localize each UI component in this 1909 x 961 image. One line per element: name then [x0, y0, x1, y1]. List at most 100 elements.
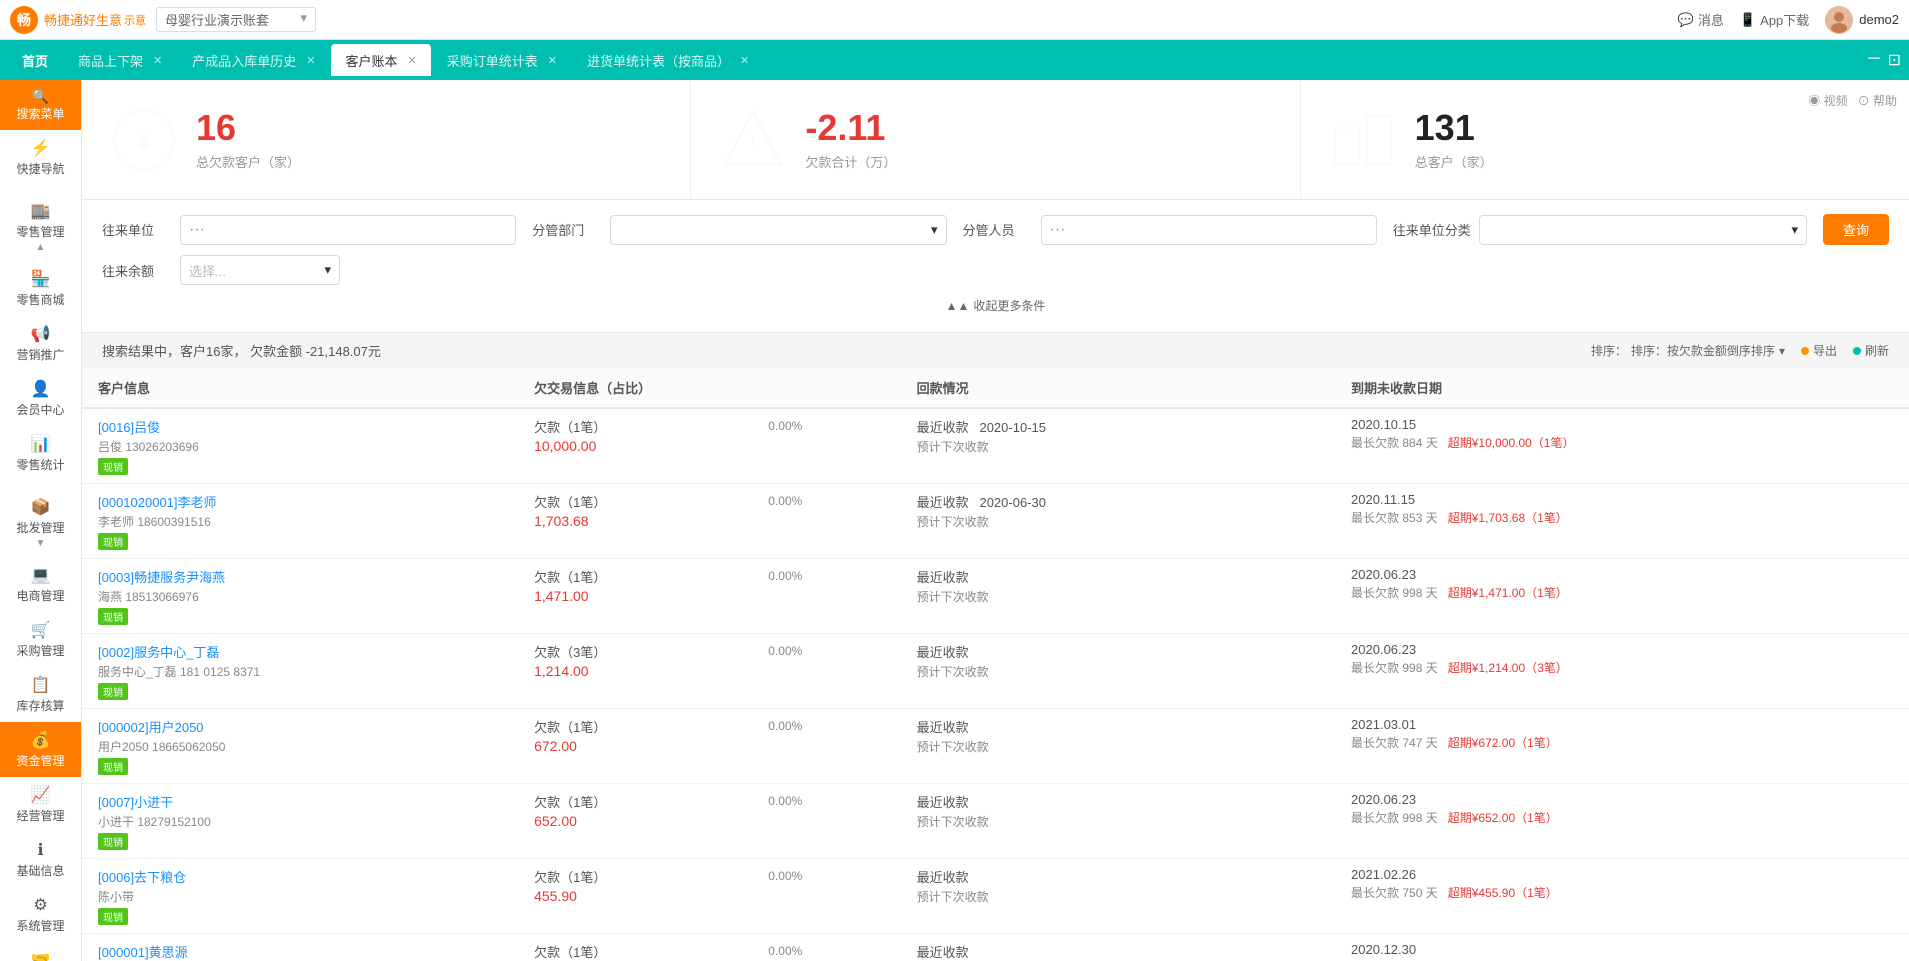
collapse-filter-button[interactable]: ▲▲ 收起更多条件: [102, 293, 1889, 318]
customer-table-area: 客户信息 欠交易信息（占比） 回款情况 到期未收款日期 [0016]吕俊 吕俊 …: [82, 368, 1909, 961]
sidebar-item-marketing[interactable]: 📢 营销推广: [0, 316, 81, 371]
overdue-amount[interactable]: 超期¥1,471.00（1笔）: [1448, 586, 1568, 600]
stat-card-debt-amount: ! -2.11 欠款合计（万）: [691, 80, 1300, 199]
filter-category-select[interactable]: ▾: [1479, 215, 1807, 245]
overdue-amount[interactable]: 超期¥455.90（1笔）: [1448, 886, 1558, 900]
customer-info-cell: [0002]服务中心_丁磊 服务中心_丁磊 181 0125 8371 现销: [82, 634, 518, 709]
next-collect-label: 预计下次收款: [917, 663, 1248, 680]
due-date-cell: 2020.06.23 最长欠款 998 天 超期¥1,471.00（1笔）: [1335, 559, 1909, 634]
operation-icon: 📈: [31, 785, 51, 805]
collect-extra-cell: [1263, 784, 1335, 859]
video-help-button[interactable]: ◉ 视频: [1808, 92, 1847, 109]
debt-count: 欠款（1笔）: [534, 867, 736, 886]
filter-balance-select[interactable]: 选择... ▾: [180, 255, 340, 285]
sort-selector[interactable]: 排序： 排序：按欠款金额倒序排序 ▾: [1591, 342, 1785, 359]
tab-product-onoff[interactable]: 商品上下架 ✕: [64, 44, 176, 76]
customer-name-link[interactable]: [0002]服务中心_丁磊: [98, 645, 219, 660]
debt-customers-label: 总欠款客户（家）: [196, 152, 300, 171]
window-controls[interactable]: ─ ⊡: [1868, 50, 1901, 70]
due-detail: 最长欠款 853 天 超期¥1,703.68（1笔）: [1351, 509, 1893, 526]
app-logo-icon: 畅: [10, 6, 38, 34]
tab-home[interactable]: 首页: [8, 44, 62, 76]
sidebar-item-ecommerce[interactable]: 💻 电商管理: [0, 557, 81, 612]
filter-balance: 往来余额 选择... ▾: [102, 255, 1889, 285]
overdue-amount[interactable]: 超期¥1,214.00（3笔）: [1448, 661, 1568, 675]
debt-amount: 672.00: [534, 738, 736, 754]
due-date-cell: 2020.10.15 最长欠款 884 天 超期¥10,000.00（1笔）: [1335, 408, 1909, 484]
app-download-button[interactable]: 📱 App下载: [1740, 10, 1809, 29]
overdue-amount[interactable]: 超期¥672.00（1笔）: [1448, 736, 1558, 750]
debt-amount-icon: !: [721, 108, 785, 172]
sidebar-item-finance[interactable]: 💰 资金管理: [0, 722, 81, 777]
overdue-amount[interactable]: 超期¥652.00（1笔）: [1448, 811, 1558, 825]
col-due-date: 到期未收款日期: [1335, 368, 1909, 408]
due-detail: 最长欠款 998 天 超期¥1,471.00（1笔）: [1351, 584, 1893, 601]
tab-close-icon[interactable]: ✕: [306, 54, 315, 67]
app-download-icon: 📱: [1740, 12, 1756, 28]
message-button[interactable]: 💬 消息: [1678, 10, 1724, 29]
overdue-amount[interactable]: 超期¥10,000.00（1笔）: [1448, 436, 1575, 450]
sidebar-item-retail-mall[interactable]: 🏪 零售商城: [0, 261, 81, 316]
customer-name-link[interactable]: [0001020001]李老师: [98, 495, 217, 510]
customer-name-link[interactable]: [0003]畅捷服务尹海燕: [98, 570, 225, 585]
tab-close-icon[interactable]: ✕: [153, 54, 162, 67]
maximize-icon[interactable]: ⊡: [1888, 50, 1901, 70]
refresh-button[interactable]: 刷新: [1853, 342, 1889, 359]
debt-pct-cell: 0.00%: [752, 859, 900, 934]
tab-purchase-goods-stats[interactable]: 进货单统计表（按商品） ✕: [573, 44, 763, 76]
due-date-value: 2020.06.23: [1351, 567, 1893, 582]
customer-name-link[interactable]: [000001]黄思源: [98, 945, 188, 960]
customer-name-link[interactable]: [0016]吕俊: [98, 420, 160, 435]
sidebar-item-inventory[interactable]: 📋 库存核算: [0, 667, 81, 722]
company-selector[interactable]: 母婴行业演示账套 ▾: [156, 7, 316, 32]
debt-amount-label: 欠款合计（万）: [805, 152, 896, 171]
customer-name-link[interactable]: [0006]去下粮仓: [98, 870, 186, 885]
sidebar-item-retail-mgmt[interactable]: 🏬 零售管理 ▲: [0, 193, 81, 261]
due-date-cell: 2020.11.15 最长欠款 853 天 超期¥1,703.68（1笔）: [1335, 484, 1909, 559]
debt-pct: 0.00%: [768, 944, 884, 958]
sidebar-item-operation[interactable]: 📈 经营管理: [0, 777, 81, 832]
col-collect-status: 回款情况: [901, 368, 1335, 408]
sidebar-item-purchase[interactable]: 🛒 采购管理: [0, 612, 81, 667]
filter-dept-select[interactable]: ▾: [610, 215, 946, 245]
overdue-amount[interactable]: 超期¥1,703.68（1笔）: [1448, 511, 1568, 525]
filter-person: 分管人员 ···: [963, 215, 1377, 245]
sidebar-item-quick-nav[interactable]: ⚡ 快捷导航: [0, 130, 81, 185]
due-date-cell: 2020.06.23 最长欠款 998 天 超期¥652.00（1笔）: [1335, 784, 1909, 859]
customer-contact: 吕俊 13026203696: [98, 438, 502, 455]
tab-product-history[interactable]: 产成品入库单历史 ✕: [178, 44, 329, 76]
sidebar-search[interactable]: 🔍 搜索菜单: [0, 80, 81, 130]
customer-name-link[interactable]: [0007]小进干: [98, 795, 173, 810]
sidebar-item-enterprise-collab[interactable]: 🤝 企业协同: [0, 942, 81, 961]
sidebar-item-basic-info[interactable]: ℹ 基础信息: [0, 832, 81, 887]
sidebar-item-member[interactable]: 👤 会员中心: [0, 371, 81, 426]
due-detail: 最长欠款 747 天 超期¥672.00（1笔）: [1351, 734, 1893, 751]
help-button[interactable]: ⊙ 帮助: [1858, 92, 1897, 109]
customer-tag: 现销: [98, 833, 128, 850]
last-collect-label: 最近收款: [917, 867, 1248, 886]
debt-count-cell: 欠款（1笔） 10,000.00: [518, 408, 752, 484]
tab-close-icon[interactable]: ✕: [548, 54, 557, 67]
filter-balance-label: 往来余额: [102, 261, 172, 280]
tab-close-icon[interactable]: ✕: [408, 54, 417, 67]
sidebar-item-system[interactable]: ⚙ 系统管理: [0, 887, 81, 942]
user-menu[interactable]: demo2: [1825, 6, 1899, 34]
tab-close-icon[interactable]: ✕: [740, 54, 749, 67]
sidebar-item-retail-stats[interactable]: 📊 零售统计: [0, 426, 81, 481]
tab-customer-account[interactable]: 客户账本 ✕: [331, 44, 430, 76]
table-row: [0001020001]李老师 李老师 18600391516 现销 欠款（1笔…: [82, 484, 1909, 559]
due-date-value: 2020.11.15: [1351, 492, 1893, 507]
member-icon: 👤: [31, 379, 51, 399]
query-button[interactable]: 查询: [1823, 214, 1889, 245]
minimize-icon[interactable]: ─: [1868, 50, 1879, 70]
export-button[interactable]: 导出: [1801, 342, 1837, 359]
tab-purchase-stats[interactable]: 采购订单统计表 ✕: [433, 44, 571, 76]
message-icon: 💬: [1678, 12, 1694, 28]
filter-customer-input[interactable]: ···: [180, 215, 516, 245]
customer-name-link[interactable]: [000002]用户2050: [98, 720, 204, 735]
retail-mgmt-icon: 🏬: [31, 201, 51, 221]
sidebar-item-wholesale-mgmt[interactable]: 📦 批发管理 ▼: [0, 489, 81, 557]
filter-person-input[interactable]: ···: [1041, 215, 1377, 245]
debt-count: 欠款（1笔）: [534, 417, 736, 436]
balance-placeholder: 选择...: [189, 261, 226, 280]
